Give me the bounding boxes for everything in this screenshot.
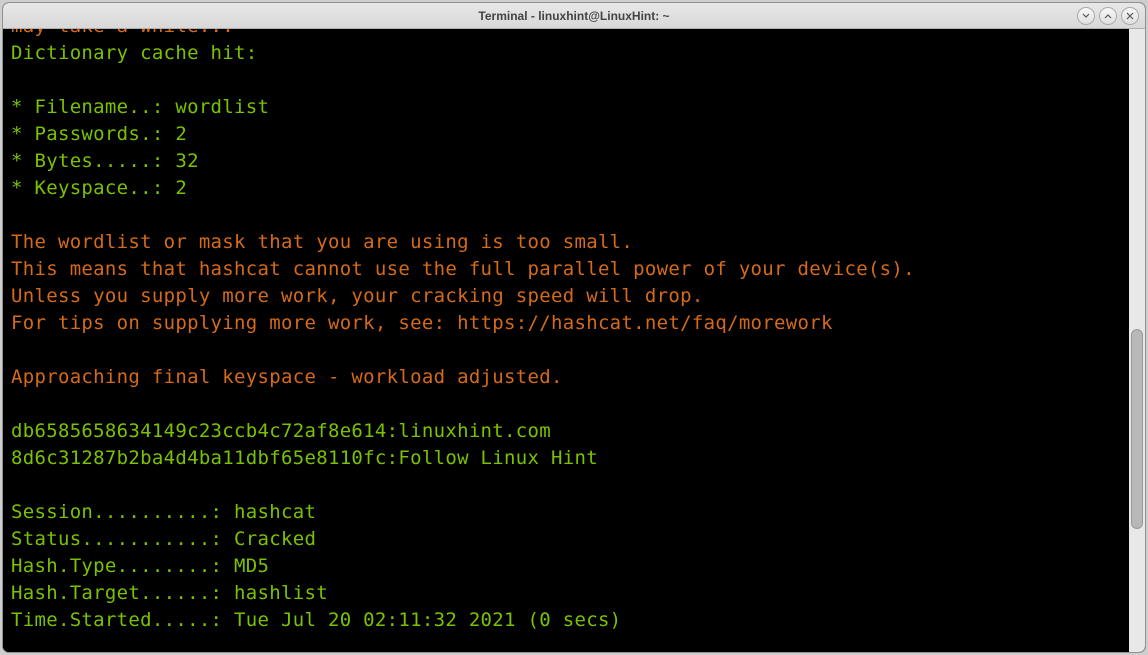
close-button[interactable] (1121, 7, 1139, 25)
terminal-line: Approaching final keyspace - workload ad… (11, 364, 1119, 391)
terminal-line (11, 472, 1119, 499)
terminal-line (11, 337, 1119, 364)
terminal-line: Dictionary cache hit: (11, 40, 1119, 67)
terminal-line: This means that hashcat cannot use the f… (11, 256, 1119, 283)
close-icon (1126, 12, 1134, 20)
terminal-line: Status...........: Cracked (11, 526, 1119, 553)
terminal-line: For tips on supplying more work, see: ht… (11, 310, 1119, 337)
terminal-line: * Passwords.: 2 (11, 121, 1119, 148)
terminal-line: Hash.Type........: MD5 (11, 553, 1119, 580)
chevron-down-icon (1082, 12, 1090, 20)
scrollbar-thumb[interactable] (1131, 329, 1143, 529)
terminal-line (11, 202, 1119, 229)
terminal-line: * Bytes.....: 32 (11, 148, 1119, 175)
titlebar[interactable]: Terminal - linuxhint@LinuxHint: ~ (3, 3, 1145, 29)
terminal-line: 8d6c31287b2ba4d4ba11dbf65e8110fc:Follow … (11, 445, 1119, 472)
scrollbar-track[interactable] (1129, 29, 1145, 652)
terminal-line (11, 67, 1119, 94)
terminal-line: * Filename..: wordlist (11, 94, 1119, 121)
terminal-line: Hash.Target......: hashlist (11, 580, 1119, 607)
window-title: Terminal - linuxhint@LinuxHint: ~ (478, 9, 669, 23)
terminal-line: Time.Started.....: Tue Jul 20 02:11:32 2… (11, 607, 1119, 634)
terminal-line (11, 391, 1119, 418)
terminal-line: * Keyspace..: 2 (11, 175, 1119, 202)
terminal-output: may take a while...Dictionary cache hit:… (3, 29, 1127, 636)
terminal-line: may take a while... (11, 29, 1119, 40)
window-buttons (1077, 7, 1139, 25)
terminal-line: The wordlist or mask that you are using … (11, 229, 1119, 256)
terminal-body[interactable]: may take a while...Dictionary cache hit:… (3, 29, 1145, 652)
minimize-button[interactable] (1077, 7, 1095, 25)
maximize-button[interactable] (1099, 7, 1117, 25)
terminal-window: Terminal - linuxhint@LinuxHint: ~ may ta… (3, 3, 1145, 652)
terminal-line: db6585658634149c23ccb4c72af8e614:linuxhi… (11, 418, 1119, 445)
chevron-up-icon (1104, 12, 1112, 20)
terminal-line: Unless you supply more work, your cracki… (11, 283, 1119, 310)
terminal-line: Session..........: hashcat (11, 499, 1119, 526)
